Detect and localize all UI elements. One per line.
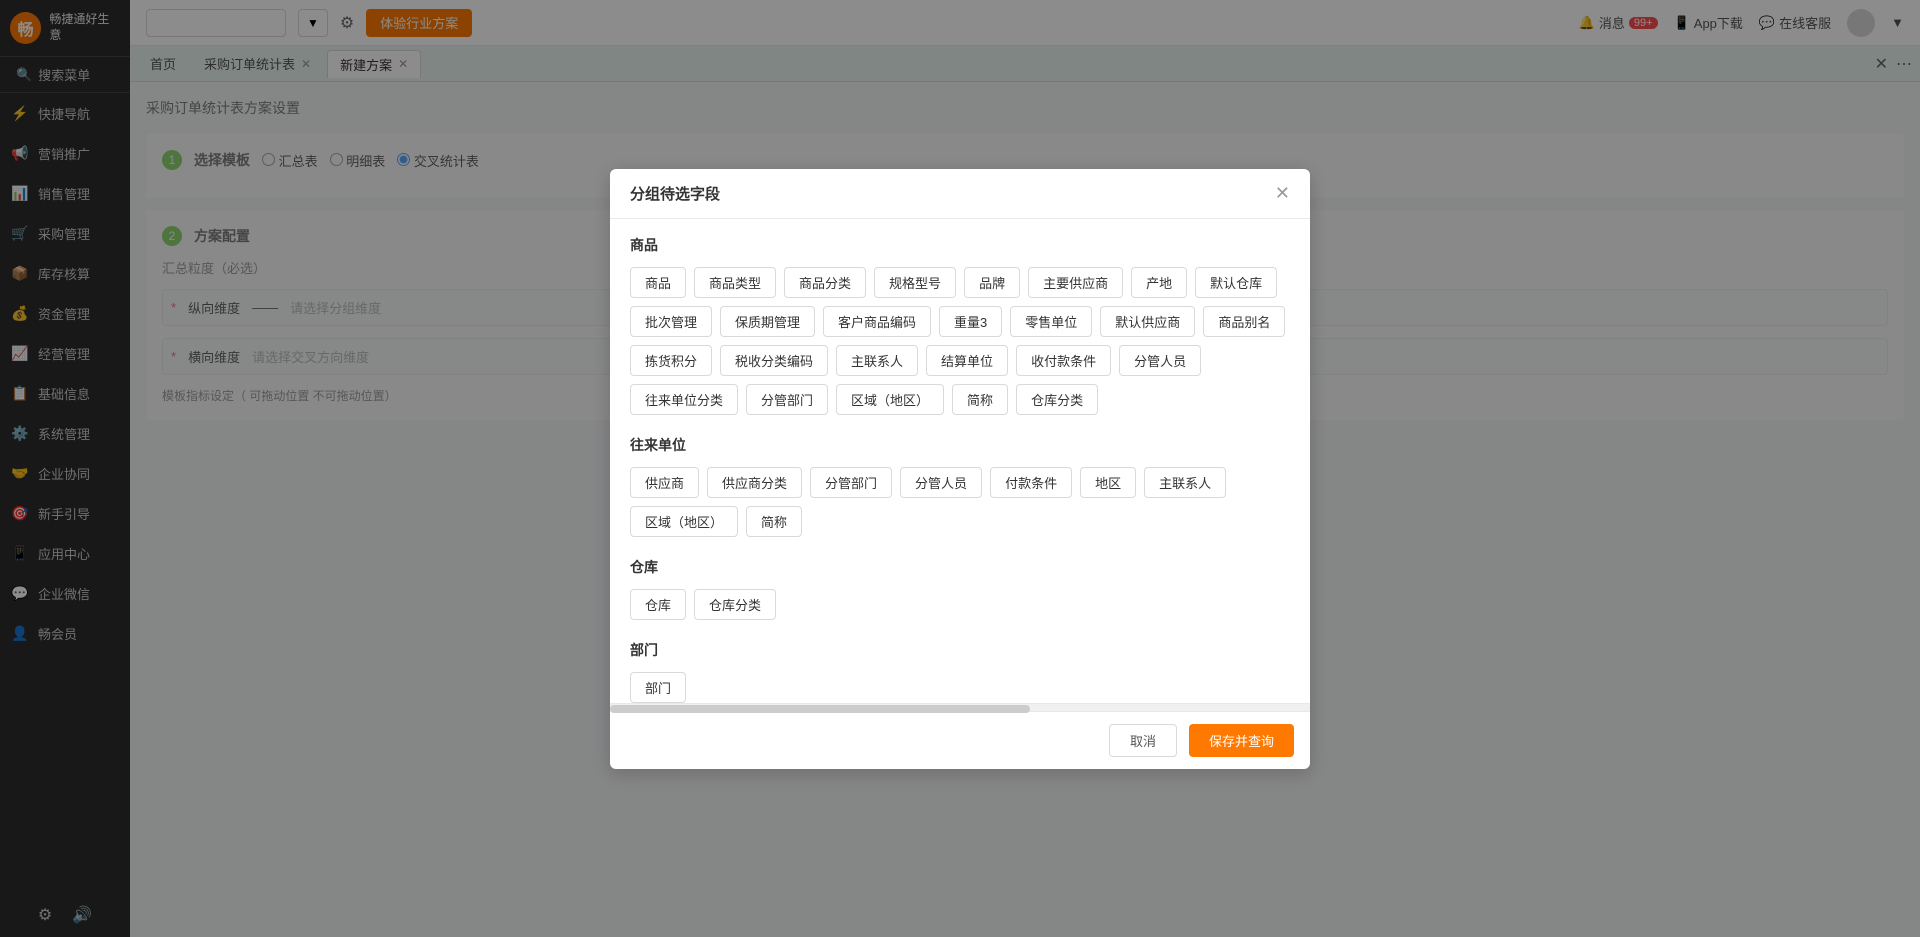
field-item[interactable]: 分管人员 [1119,345,1201,376]
field-item[interactable]: 结算单位 [926,345,1008,376]
modal-overlay: 分组待选字段 ✕ 商品商品商品类型商品分类规格型号品牌主要供应商产地默认仓库批次… [0,0,1920,937]
field-section-warehouse: 仓库仓库仓库分类 [630,557,1290,620]
field-item[interactable]: 品牌 [964,267,1020,298]
field-item[interactable]: 税收分类编码 [720,345,828,376]
field-item[interactable]: 商品别名 [1203,306,1285,337]
field-item[interactable]: 商品分类 [784,267,866,298]
modal-hscroll[interactable] [610,703,1310,710]
modal-header: 分组待选字段 ✕ [610,169,1310,219]
field-item[interactable]: 保质期管理 [720,306,815,337]
field-item[interactable]: 简称 [746,506,802,537]
modal-close-icon[interactable]: ✕ [1275,183,1290,204]
field-items-product: 商品商品类型商品分类规格型号品牌主要供应商产地默认仓库批次管理保质期管理客户商品… [630,267,1290,415]
field-item[interactable]: 主联系人 [1144,467,1226,498]
field-item[interactable]: 零售单位 [1010,306,1092,337]
field-item[interactable]: 简称 [952,384,1008,415]
field-section-title-department: 部门 [630,640,1290,660]
field-item[interactable]: 规格型号 [874,267,956,298]
modal-hscroll-thumb[interactable] [610,705,1030,713]
cancel-button[interactable]: 取消 [1109,724,1177,757]
field-section-partner: 往来单位供应商供应商分类分管部门分管人员付款条件地区主联系人区域（地区） 简称 [630,435,1290,537]
field-item[interactable]: 商品 [630,267,686,298]
field-item[interactable]: 拣货积分 [630,345,712,376]
field-items-partner: 供应商供应商分类分管部门分管人员付款条件地区主联系人区域（地区） 简称 [630,467,1290,537]
field-items-department: 部门 [630,672,1290,703]
modal-title: 分组待选字段 [630,183,720,204]
field-item[interactable]: 供应商 [630,467,699,498]
field-item[interactable]: 仓库分类 [694,589,776,620]
field-item[interactable]: 往来单位分类 [630,384,738,415]
field-item[interactable]: 客户商品编码 [823,306,931,337]
field-item[interactable]: 区域（地区） [630,506,738,537]
field-item[interactable]: 供应商分类 [707,467,802,498]
field-items-warehouse: 仓库仓库分类 [630,589,1290,620]
field-item[interactable]: 重量3 [939,306,1002,337]
field-item[interactable]: 默认供应商 [1100,306,1195,337]
field-item[interactable]: 主联系人 [836,345,918,376]
field-item[interactable]: 分管部门 [746,384,828,415]
field-item[interactable]: 地区 [1080,467,1136,498]
field-item[interactable]: 仓库 [630,589,686,620]
field-item[interactable]: 收付款条件 [1016,345,1111,376]
field-item[interactable]: 产地 [1131,267,1187,298]
field-item[interactable]: 商品类型 [694,267,776,298]
modal-dialog: 分组待选字段 ✕ 商品商品商品类型商品分类规格型号品牌主要供应商产地默认仓库批次… [610,169,1310,769]
field-item[interactable]: 部门 [630,672,686,703]
field-item[interactable]: 区域（地区） [836,384,944,415]
field-section-product: 商品商品商品类型商品分类规格型号品牌主要供应商产地默认仓库批次管理保质期管理客户… [630,235,1290,415]
field-item[interactable]: 批次管理 [630,306,712,337]
field-section-title-warehouse: 仓库 [630,557,1290,577]
field-item[interactable]: 主要供应商 [1028,267,1123,298]
field-item[interactable]: 分管人员 [900,467,982,498]
field-section-title-product: 商品 [630,235,1290,255]
field-item[interactable]: 付款条件 [990,467,1072,498]
save-button[interactable]: 保存并查询 [1189,724,1294,757]
field-item[interactable]: 默认仓库 [1195,267,1277,298]
field-item[interactable]: 仓库分类 [1016,384,1098,415]
modal-body[interactable]: 商品商品商品类型商品分类规格型号品牌主要供应商产地默认仓库批次管理保质期管理客户… [610,219,1310,704]
field-section-title-partner: 往来单位 [630,435,1290,455]
field-section-department: 部门部门 [630,640,1290,703]
field-item[interactable]: 分管部门 [810,467,892,498]
